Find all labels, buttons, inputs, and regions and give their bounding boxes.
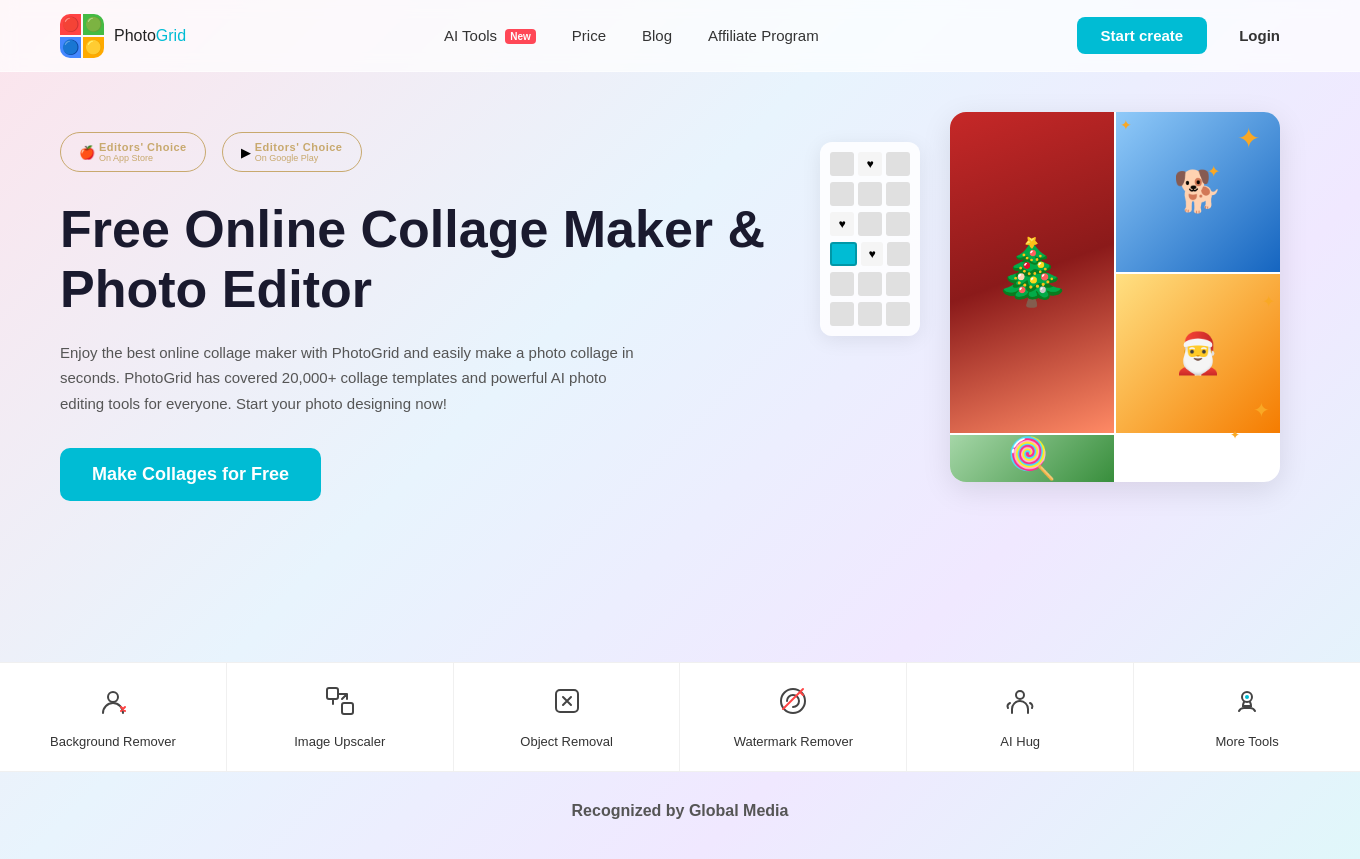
svg-point-5 <box>1016 691 1024 699</box>
watermark-remover-icon <box>777 685 809 724</box>
nav-item-ai-tools[interactable]: AI Tools New <box>444 27 536 45</box>
make-collages-button[interactable]: Make Collages for Free <box>60 448 321 501</box>
grid-cell <box>858 212 882 236</box>
appstore-badge-sub: On App Store <box>99 153 187 163</box>
badge-inner-googleplay: ▶ Editors' Choice On Google Play <box>241 141 343 163</box>
grid-row-1: ♥ <box>830 152 910 176</box>
nav-link-ai-tools[interactable]: AI Tools New <box>444 27 536 44</box>
ai-hug-label: AI Hug <box>1000 734 1040 749</box>
grid-cell <box>886 152 910 176</box>
editor-badges: 🍎 Editors' Choice On App Store ▶ Editors… <box>60 132 780 172</box>
logo-grid: Grid <box>156 27 186 44</box>
svg-point-7 <box>1245 695 1249 699</box>
new-badge: New <box>505 29 536 44</box>
logo-text: PhotoGrid <box>114 27 186 45</box>
grid-cell <box>886 182 910 206</box>
collage-inner: 🎄 🐕 🎅 🍭 <box>950 112 1280 482</box>
svg-rect-1 <box>327 688 338 699</box>
watermark-remover-label: Watermark Remover <box>734 734 853 749</box>
badge-inner-appstore: 🍎 Editors' Choice On App Store <box>79 141 187 163</box>
logo[interactable]: 🔴 🟢 🔵 🟡 PhotoGrid <box>60 14 186 58</box>
grid-row-4: ♥ <box>830 242 910 266</box>
grid-cell <box>886 272 910 296</box>
recognized-text: Recognized by Global Media <box>572 802 789 819</box>
collage-photo-4: 🍭 <box>950 435 1114 482</box>
recognized-section: Recognized by Global Media <box>0 772 1360 850</box>
grid-cell-heart: ♥ <box>830 212 854 236</box>
grid-cell <box>830 152 854 176</box>
nav-item-affiliate[interactable]: Affiliate Program <box>708 27 819 45</box>
grid-cell <box>886 212 910 236</box>
hero-right: ♥ ♥ ♥ <box>820 112 1280 512</box>
apple-icon: 🍎 <box>79 145 95 160</box>
collage-photo-3: 🎅 <box>1116 274 1280 434</box>
grid-row-6 <box>830 302 910 326</box>
collage-main-wrapper: 🎄 🐕 🎅 🍭 ✦ ✦ ✦ ✦ ✦ ✦ <box>950 112 1280 482</box>
grid-row-3: ♥ <box>830 212 910 236</box>
nav-link-price[interactable]: Price <box>572 27 606 44</box>
tool-background-remover[interactable]: Background Remover <box>0 663 227 771</box>
start-create-button[interactable]: Start create <box>1077 17 1208 54</box>
grid-cell <box>858 302 882 326</box>
tool-object-removal[interactable]: Object Removal <box>454 663 681 771</box>
tool-ai-hug[interactable]: AI Hug <box>907 663 1134 771</box>
more-tools-label: More Tools <box>1215 734 1278 749</box>
tool-image-upscaler[interactable]: Image Upscaler <box>227 663 454 771</box>
hero-section: 🍎 Editors' Choice On App Store ▶ Editors… <box>0 72 1360 632</box>
hero-description: Enjoy the best online collage maker with… <box>60 340 640 417</box>
nav-links: AI Tools New Price Blog Affiliate Progra… <box>444 27 819 45</box>
grid-cell <box>830 302 854 326</box>
grid-cell <box>887 242 910 266</box>
collage-grid-panel[interactable]: ♥ ♥ ♥ <box>820 142 920 336</box>
tools-strip: Background Remover Image Upscaler Object… <box>0 662 1360 772</box>
grid-cell <box>830 272 854 296</box>
nav-item-price[interactable]: Price <box>572 27 606 45</box>
object-removal-label: Object Removal <box>520 734 612 749</box>
grid-cell <box>858 182 882 206</box>
image-upscaler-icon <box>324 685 356 724</box>
grid-cell <box>858 272 882 296</box>
hero-left: 🍎 Editors' Choice On App Store ▶ Editors… <box>60 112 780 501</box>
ai-hug-icon <box>1004 685 1036 724</box>
play-icon: ▶ <box>241 145 251 160</box>
grid-cell-heart: ♥ <box>861 242 884 266</box>
nav-item-blog[interactable]: Blog <box>642 27 672 45</box>
googleplay-badge-sub: On Google Play <box>255 153 343 163</box>
svg-point-0 <box>108 692 118 702</box>
googleplay-badge: ▶ Editors' Choice On Google Play <box>222 132 362 172</box>
grid-cell <box>886 302 910 326</box>
logo-photo: Photo <box>114 27 156 44</box>
grid-cell-selected <box>830 242 857 266</box>
navbar: 🔴 🟢 🔵 🟡 PhotoGrid AI Tools New Price Blo… <box>0 0 1360 72</box>
svg-rect-2 <box>342 703 353 714</box>
background-remover-label: Background Remover <box>50 734 176 749</box>
grid-cell-heart: ♥ <box>858 152 882 176</box>
nav-link-affiliate[interactable]: Affiliate Program <box>708 27 819 44</box>
hero-title: Free Online Collage Maker & Photo Editor <box>60 200 780 320</box>
grid-row-2 <box>830 182 910 206</box>
grid-row-5 <box>830 272 910 296</box>
object-removal-icon <box>551 685 583 724</box>
nav-link-blog[interactable]: Blog <box>642 27 672 44</box>
appstore-badge-title: Editors' Choice <box>99 141 187 153</box>
background-remover-icon <box>97 685 129 724</box>
more-tools-icon <box>1231 685 1263 724</box>
nav-actions: Start create Login <box>1077 17 1300 54</box>
login-button[interactable]: Login <box>1219 17 1300 54</box>
appstore-badge: 🍎 Editors' Choice On App Store <box>60 132 206 172</box>
image-upscaler-label: Image Upscaler <box>294 734 385 749</box>
tool-watermark-remover[interactable]: Watermark Remover <box>680 663 907 771</box>
tool-more-tools[interactable]: More Tools <box>1134 663 1360 771</box>
collage-photo-2: 🐕 <box>1116 112 1280 272</box>
logo-icon: 🔴 🟢 🔵 🟡 <box>60 14 104 58</box>
googleplay-badge-title: Editors' Choice <box>255 141 343 153</box>
collage-photo-1: 🎄 <box>950 112 1114 433</box>
grid-cell <box>830 182 854 206</box>
